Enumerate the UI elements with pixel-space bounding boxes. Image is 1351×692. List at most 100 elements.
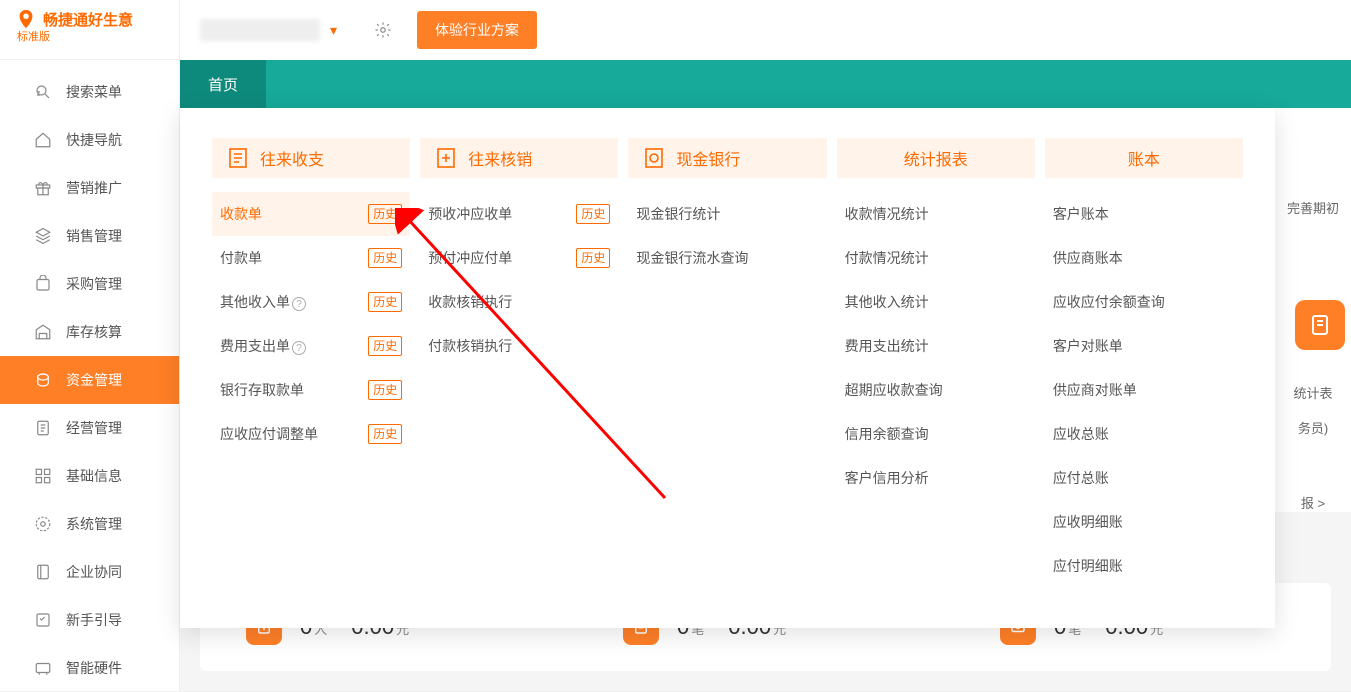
menu-item-receipt-stats[interactable]: 收款情况统计	[837, 192, 1035, 236]
history-badge[interactable]: 历史	[368, 204, 402, 224]
nav-label: 快捷导航	[66, 130, 122, 150]
menu-item-payment-stats[interactable]: 付款情况统计	[837, 236, 1035, 280]
nav-purchase[interactable]: 采购管理	[0, 260, 179, 308]
nav-search[interactable]: 搜索菜单	[0, 68, 179, 116]
nav-operation[interactable]: 经营管理	[0, 404, 179, 452]
menu-item-ap-general[interactable]: 应付总账	[1045, 456, 1243, 500]
sales-icon	[34, 227, 52, 245]
tab-bar: 首页	[180, 60, 1351, 108]
item-label: 应收总账	[1053, 424, 1109, 444]
nav-collab[interactable]: 企业协同	[0, 548, 179, 596]
menu-item-expense-stats[interactable]: 费用支出统计	[837, 324, 1035, 368]
history-badge[interactable]: 历史	[576, 248, 610, 268]
chevron-down-icon: ▾	[330, 22, 337, 39]
menu-item-payment[interactable]: 付款单 历史	[212, 236, 410, 280]
history-badge[interactable]: 历史	[368, 336, 402, 356]
history-badge[interactable]: 历史	[368, 248, 402, 268]
receipt-icon	[226, 146, 250, 170]
menu-item-ar-detail[interactable]: 应收明细账	[1045, 500, 1243, 544]
nav-label: 销售管理	[66, 226, 122, 246]
nav-newbie[interactable]: 新手引导	[0, 596, 179, 644]
item-label: 应收应付余额查询	[1053, 292, 1165, 312]
nav-label: 营销推广	[66, 178, 122, 198]
history-badge[interactable]: 历史	[368, 380, 402, 400]
menu-col-ledger: 账本 客户账本 供应商账本 应收应付余额查询 客户对账单 供应商对账单 应收总账…	[1045, 138, 1243, 588]
col-header: 往来核销	[420, 138, 618, 178]
nav-basicinfo[interactable]: 基础信息	[0, 452, 179, 500]
brand-edition: 标准版	[17, 28, 50, 44]
nav-finance[interactable]: 资金管理	[0, 356, 179, 404]
nav-system[interactable]: 系统管理	[0, 500, 179, 548]
nav-label: 搜索菜单	[66, 82, 122, 102]
menu-item-cashbank-flow[interactable]: 现金银行流水查询	[628, 236, 826, 280]
menu-item-other-income-stats[interactable]: 其他收入统计	[837, 280, 1035, 324]
history-badge[interactable]: 历史	[368, 292, 402, 312]
item-label: 客户信用分析	[845, 468, 929, 488]
col-header: 现金银行	[628, 138, 826, 178]
history-badge[interactable]: 历史	[368, 424, 402, 444]
item-label: 预付冲应付单	[428, 248, 512, 268]
money-icon	[34, 371, 52, 389]
help-icon[interactable]: ?	[292, 341, 306, 355]
menu-col-transactions: 往来收支 收款单 历史 付款单 历史 其他收入单? 历史 费用支出单? 历史 银…	[212, 138, 410, 588]
nav-label: 系统管理	[66, 514, 122, 534]
history-badge[interactable]: 历史	[576, 204, 610, 224]
menu-item-ar-general[interactable]: 应收总账	[1045, 412, 1243, 456]
menu-col-writeoff: 往来核销 预收冲应收单 历史 预付冲应付单 历史 收款核销执行 付款核销执行	[420, 138, 618, 588]
settings-button[interactable]	[369, 16, 397, 44]
item-label: 银行存取款单	[220, 380, 304, 400]
col-title: 账本	[1128, 146, 1160, 170]
menu-item-expense[interactable]: 费用支出单? 历史	[212, 324, 410, 368]
brand-name: 畅捷通好生意	[43, 9, 133, 30]
menu-item-credit-balance[interactable]: 信用余额查询	[837, 412, 1035, 456]
menu-item-overdue-query[interactable]: 超期应收款查询	[837, 368, 1035, 412]
tab-home[interactable]: 首页	[180, 60, 266, 108]
nav-marketing[interactable]: 营销推广	[0, 164, 179, 212]
nav-sales[interactable]: 销售管理	[0, 212, 179, 260]
finance-mega-menu: 往来收支 收款单 历史 付款单 历史 其他收入单? 历史 费用支出单? 历史 银…	[180, 108, 1275, 628]
menu-item-cashbank-stats[interactable]: 现金银行统计	[628, 192, 826, 236]
col-header: 往来收支	[212, 138, 410, 178]
bank-icon	[642, 146, 666, 170]
item-label: 其他收入单	[220, 294, 290, 310]
search-icon	[34, 83, 52, 101]
nav-label: 新手引导	[66, 610, 122, 630]
peek-text: 报 >	[1301, 493, 1325, 512]
item-label: 收款情况统计	[845, 204, 929, 224]
collab-icon	[34, 563, 52, 581]
writeoff-icon	[434, 146, 458, 170]
nav-label: 采购管理	[66, 274, 122, 294]
item-label: 客户账本	[1053, 204, 1109, 224]
menu-item-ar-ap-balance[interactable]: 应收应付余额查询	[1045, 280, 1243, 324]
menu-item-ap-detail[interactable]: 应付明细账	[1045, 544, 1243, 588]
menu-item-receipt[interactable]: 收款单 历史	[212, 192, 410, 236]
menu-item-customer-ledger[interactable]: 客户账本	[1045, 192, 1243, 236]
trial-button[interactable]: 体验行业方案	[417, 11, 537, 49]
item-label: 预收冲应收单	[428, 204, 512, 224]
item-label: 收款单	[220, 204, 262, 224]
menu-item-supplier-ledger[interactable]: 供应商账本	[1045, 236, 1243, 280]
menu-item-adjustment[interactable]: 应收应付调整单 历史	[212, 412, 410, 456]
menu-item-supplier-statement[interactable]: 供应商对账单	[1045, 368, 1243, 412]
menu-item-customer-statement[interactable]: 客户对账单	[1045, 324, 1243, 368]
menu-item-other-income[interactable]: 其他收入单? 历史	[212, 280, 410, 324]
nav-hardware[interactable]: 智能硬件	[0, 644, 179, 692]
menu-item-bank-transfer[interactable]: 银行存取款单 历史	[212, 368, 410, 412]
peek-text: 完善期初	[1287, 198, 1339, 217]
nav-inventory[interactable]: 库存核算	[0, 308, 179, 356]
menu-item-payment-writeoff[interactable]: 付款核销执行	[420, 324, 618, 368]
menu-item-credit-analysis[interactable]: 客户信用分析	[837, 456, 1035, 500]
nav-quicknav[interactable]: 快捷导航	[0, 116, 179, 164]
item-label: 现金银行流水查询	[636, 248, 748, 268]
item-label: 信用余额查询	[845, 424, 929, 444]
sidebar: 畅捷通好生意 标准版 搜索菜单 快捷导航 营销推广 销售管理 采购管理 库存核算	[0, 0, 180, 691]
item-label: 应付明细账	[1053, 556, 1123, 576]
col-header: 统计报表	[837, 138, 1035, 178]
help-icon[interactable]: ?	[292, 297, 306, 311]
menu-item-prepaid-receivable[interactable]: 预收冲应收单 历史	[420, 192, 618, 236]
item-label: 其他收入统计	[845, 292, 929, 312]
menu-item-prepaid-payable[interactable]: 预付冲应付单 历史	[420, 236, 618, 280]
org-selector[interactable]: ▾	[200, 19, 337, 41]
menu-item-receipt-writeoff[interactable]: 收款核销执行	[420, 280, 618, 324]
floating-action-button[interactable]	[1295, 300, 1345, 350]
